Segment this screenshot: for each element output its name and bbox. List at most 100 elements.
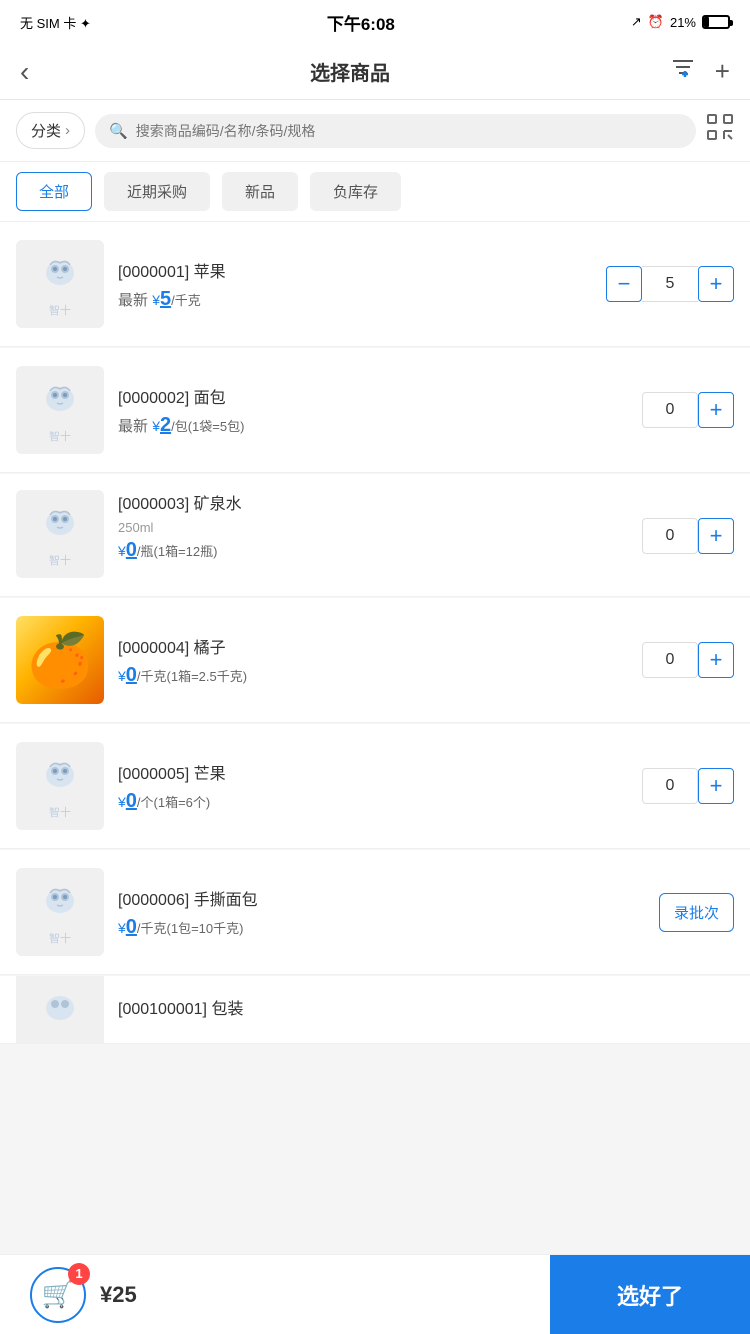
product-item: 智十 [0000003] 矿泉水 250ml ¥0/瓶(1箱=12瓶) + [0, 474, 750, 597]
product-info: [0000004] 橘子 ¥0/千克(1箱=2.5千克) [104, 634, 642, 687]
product-name: [000100001] 包装 [118, 995, 720, 1019]
quantity-control: + [642, 768, 734, 804]
tab-new[interactable]: 新品 [222, 172, 298, 211]
product-thumbnail: 智十 [16, 868, 104, 956]
product-price: ¥0/千克(1包=10千克) [118, 916, 645, 939]
tab-bar: 全部 近期采购 新品 负库存 [0, 162, 750, 222]
product-item: 智十 [0000006] 手撕面包 ¥0/千克(1包=10千克) 录批次 [0, 850, 750, 975]
product-price: ¥0/个(1箱=6个) [118, 790, 628, 813]
quantity-increase-button[interactable]: + [698, 518, 734, 554]
product-price: 最新 ¥5/千克 [118, 288, 592, 311]
placeholder-owl: 智十 [40, 753, 80, 820]
search-input[interactable] [136, 123, 682, 139]
product-thumbnail [16, 976, 104, 1044]
quantity-input[interactable] [642, 392, 698, 428]
placeholder-owl [40, 986, 80, 1033]
product-info: [0000005] 芒果 ¥0/个(1箱=6个) [104, 760, 642, 813]
scan-button[interactable] [706, 113, 734, 148]
placeholder-owl: 智十 [40, 501, 80, 568]
product-item: 智十 [0000002] 面包 最新 ¥2/包(1袋=5包) + [0, 348, 750, 473]
confirm-button[interactable]: 选好了 [550, 1255, 750, 1334]
filter-button[interactable] [671, 57, 695, 86]
nav-left: ‹ [20, 56, 29, 88]
product-thumbnail: 智十 [16, 366, 104, 454]
search-box: 🔍 [95, 114, 696, 148]
product-price: ¥0/瓶(1箱=12瓶) [118, 539, 628, 562]
brand-label: 智十 [49, 552, 71, 568]
cart-button[interactable]: 🛒 1 [30, 1267, 86, 1323]
battery-icon [702, 15, 730, 29]
placeholder-owl: 智十 [40, 879, 80, 946]
quantity-increase-button[interactable]: + [698, 768, 734, 804]
product-thumbnail: 智十 [16, 742, 104, 830]
product-item: 🍊 [0000004] 橘子 ¥0/千克(1箱=2.5千克) + [0, 598, 750, 723]
product-spec: 250ml [118, 520, 628, 535]
status-left: 无 SIM 卡 ✦ [20, 13, 91, 32]
quantity-input[interactable] [642, 642, 698, 678]
category-label: 分类 [31, 120, 61, 141]
placeholder-owl: 智十 [40, 251, 80, 318]
quantity-control: + [642, 518, 734, 554]
product-item: 智十 [0000001] 苹果 最新 ¥5/千克 − + [0, 222, 750, 347]
add-button[interactable]: + [715, 56, 730, 87]
tab-negative[interactable]: 负库存 [310, 172, 401, 211]
owl-icon [40, 986, 80, 1033]
category-button[interactable]: 分类 › [16, 112, 85, 149]
cart-icon: 🛒 [42, 1279, 74, 1310]
product-thumbnail: 🍊 [16, 616, 104, 704]
status-time: 下午6:08 [327, 10, 395, 35]
nav-bar: ‹ 选择商品 + [0, 44, 750, 100]
cart-badge: 1 [68, 1263, 90, 1285]
status-right: ↗ ⏰ 21% [631, 14, 730, 30]
owl-icon [40, 501, 80, 548]
status-bar: 无 SIM 卡 ✦ 下午6:08 ↗ ⏰ 21% [0, 0, 750, 44]
back-button[interactable]: ‹ [20, 56, 29, 88]
product-list: 智十 [0000001] 苹果 最新 ¥5/千克 − + [0, 222, 750, 1130]
product-item: 智十 [0000005] 芒果 ¥0/个(1箱=6个) + [0, 724, 750, 849]
quantity-input[interactable] [642, 518, 698, 554]
product-name: [0000005] 芒果 [118, 760, 628, 784]
product-price: ¥0/千克(1箱=2.5千克) [118, 664, 628, 687]
filter-bar: 分类 › 🔍 [0, 100, 750, 162]
product-name: [0000003] 矿泉水 [118, 490, 628, 514]
cart-section: 🛒 1 ¥25 [0, 1267, 550, 1323]
brand-label: 智十 [49, 930, 71, 946]
owl-icon [40, 377, 80, 424]
brand-label: 智十 [49, 302, 71, 318]
bottom-bar: 🛒 1 ¥25 选好了 [0, 1254, 750, 1334]
product-info: [0000001] 苹果 最新 ¥5/千克 [104, 258, 606, 311]
quantity-decrease-button[interactable]: − [606, 266, 642, 302]
product-info: [000100001] 包装 [104, 995, 734, 1025]
quantity-increase-button[interactable]: + [698, 642, 734, 678]
product-thumbnail: 智十 [16, 490, 104, 578]
quantity-increase-button[interactable]: + [698, 392, 734, 428]
product-info: [0000002] 面包 最新 ¥2/包(1袋=5包) [104, 384, 642, 437]
nav-right: + [671, 56, 730, 87]
page-title: 选择商品 [310, 57, 390, 86]
alarm-icon: ⏰ [648, 14, 664, 30]
search-icon: 🔍 [109, 122, 128, 140]
product-name: [0000006] 手撕面包 [118, 886, 645, 910]
quantity-control: + [642, 392, 734, 428]
quantity-increase-button[interactable]: + [698, 266, 734, 302]
product-name: [0000004] 橘子 [118, 634, 628, 658]
quantity-control: − + [606, 266, 734, 302]
product-name: [0000001] 苹果 [118, 258, 592, 282]
battery-percent: 21% [670, 15, 696, 30]
quantity-input[interactable] [642, 768, 698, 804]
tab-all[interactable]: 全部 [16, 172, 92, 211]
owl-icon [40, 753, 80, 800]
product-info: [0000006] 手撕面包 ¥0/千克(1包=10千克) [104, 886, 659, 939]
product-price: 最新 ¥2/包(1袋=5包) [118, 414, 628, 437]
tab-recent[interactable]: 近期采购 [104, 172, 210, 211]
product-info: [0000003] 矿泉水 250ml ¥0/瓶(1箱=12瓶) [104, 490, 642, 562]
product-item: [000100001] 包装 [0, 976, 750, 1044]
brand-label: 智十 [49, 428, 71, 444]
owl-icon [40, 879, 80, 926]
placeholder-owl: 智十 [40, 377, 80, 444]
location-icon: ↗ [631, 14, 642, 30]
cart-total: ¥25 [100, 1282, 137, 1308]
quantity-input[interactable] [642, 266, 698, 302]
owl-icon [40, 251, 80, 298]
batch-button[interactable]: 录批次 [659, 893, 734, 932]
